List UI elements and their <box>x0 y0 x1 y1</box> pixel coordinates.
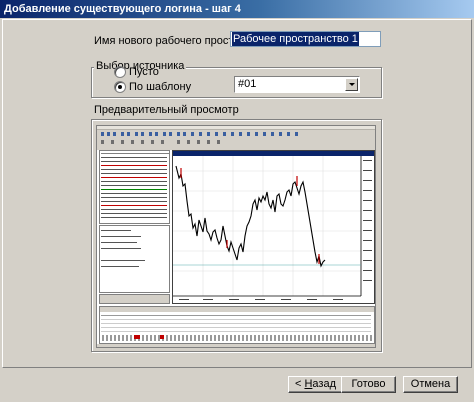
back-button-label: азад <box>312 378 336 390</box>
thumb-terminal <box>99 306 375 344</box>
thumb-price-chart <box>173 156 372 300</box>
radio-empty-label: Пусто <box>129 66 159 78</box>
thumb-market-watch <box>99 150 170 224</box>
window-title: Добавление существующего логина - шаг 4 <box>4 3 241 15</box>
preview-label: Предварительный просмотр <box>94 104 239 116</box>
cancel-button[interactable]: Отмена <box>403 376 458 393</box>
workspace-name-value: Рабочее пространство 1 <box>232 32 359 46</box>
thumb-navigator <box>99 294 170 304</box>
radio-empty[interactable] <box>114 66 126 78</box>
cancel-button-label: Отмена <box>410 378 451 390</box>
chevron-down-icon[interactable] <box>345 78 358 91</box>
workspace-name-input[interactable]: Рабочее пространство 1 <box>230 31 381 47</box>
radio-template-label: По шаблону <box>129 81 192 93</box>
thumb-toolbar <box>97 130 375 150</box>
thumb-statusbar <box>97 344 375 347</box>
template-select[interactable]: #01 <box>234 76 360 93</box>
thumb-data-window <box>99 225 170 293</box>
finish-button-label: Готово <box>351 378 386 390</box>
thumb-chart-window <box>172 150 375 304</box>
template-select-value: #01 <box>238 78 257 90</box>
preview-thumbnail <box>96 125 376 348</box>
back-button[interactable]: < Назад <box>288 376 343 393</box>
radio-template[interactable] <box>114 81 126 93</box>
title-bar: Добавление существующего логина - шаг 4 <box>0 0 474 18</box>
finish-button[interactable]: Готово <box>341 376 396 393</box>
